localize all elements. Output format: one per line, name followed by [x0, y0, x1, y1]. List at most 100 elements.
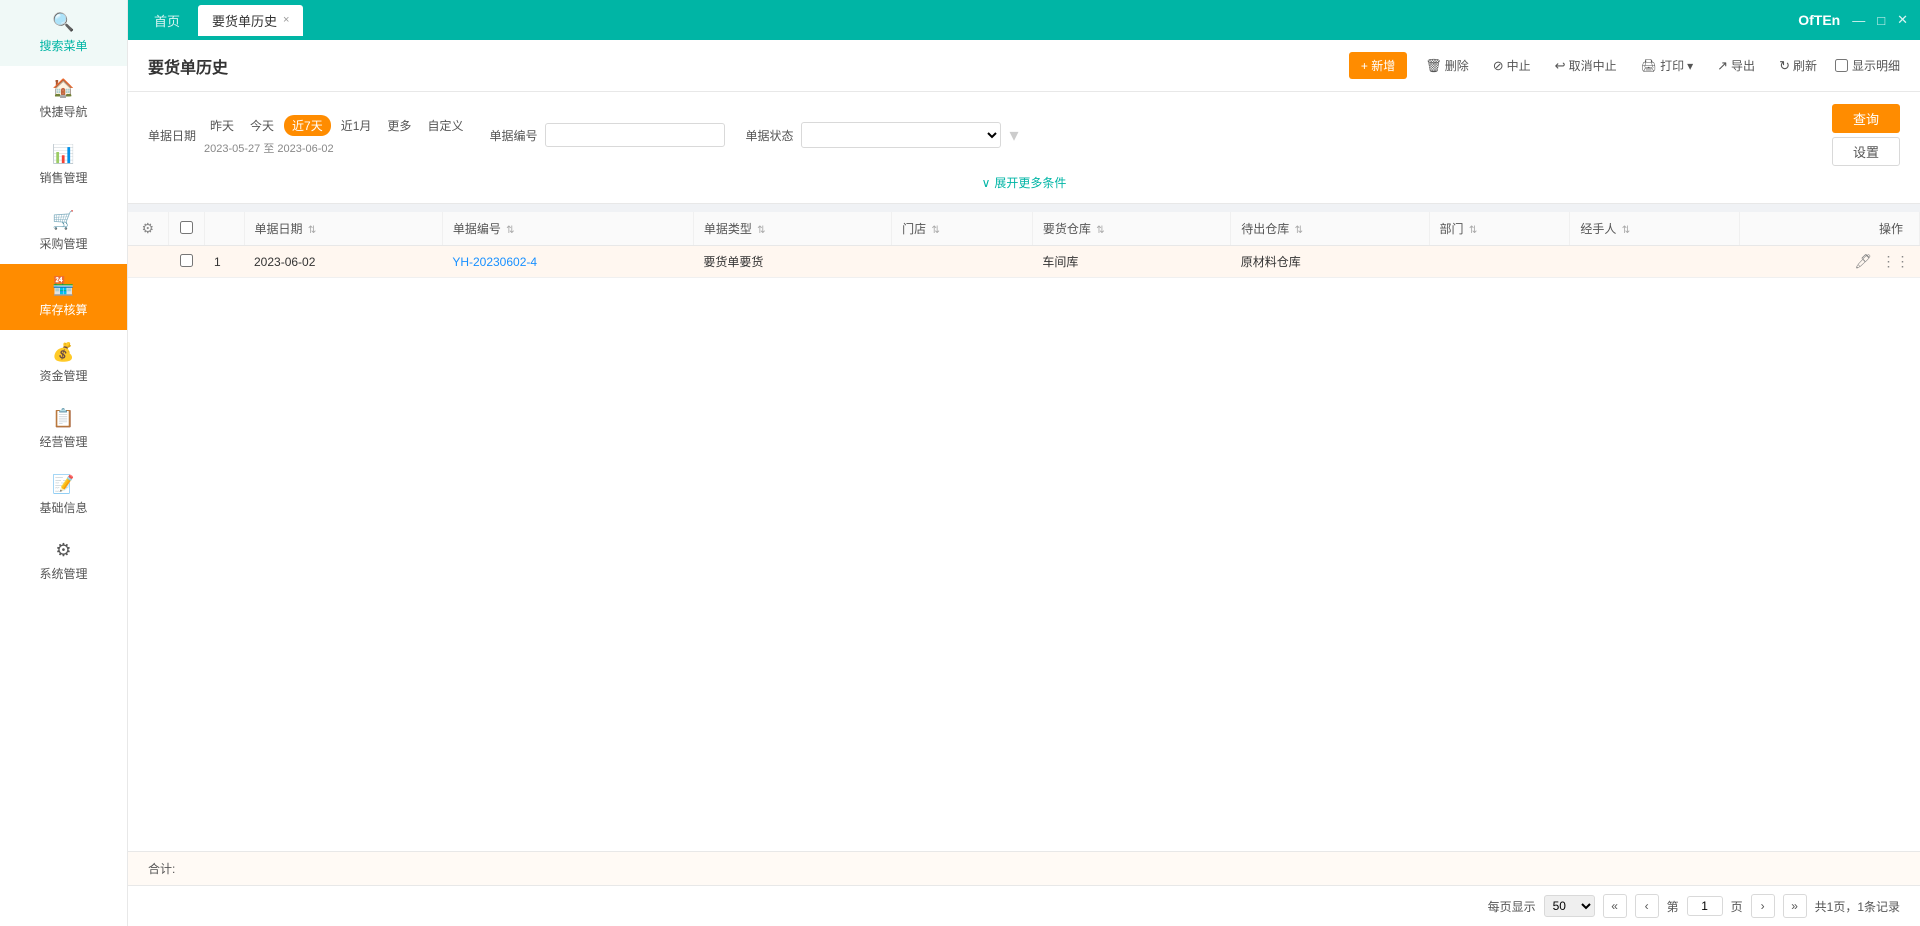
filter-row: 单据日期 昨天 今天 近7天 近1月 更多 自定义 2023-05-27 至 2… [148, 104, 1900, 166]
total-info: 共1页，1条记录 [1815, 898, 1900, 915]
col-header-doc-no[interactable]: 单据编号 ⇅ [442, 212, 693, 246]
print-button[interactable]: 🖨 打印 ▾ [1635, 53, 1700, 78]
col-header-handler[interactable]: 经手人 ⇅ [1570, 212, 1740, 246]
row-setting-cell [128, 246, 168, 278]
sidebar-item-operations[interactable]: 📋 经营管理 [0, 396, 127, 462]
search-menu-icon: 🔍 [52, 12, 74, 33]
shortcut-1month[interactable]: 近1月 [335, 115, 378, 136]
sort-req-warehouse-icon: ⇅ [1096, 225, 1104, 236]
home-icon: 🏠 [52, 78, 74, 99]
row-department-cell [1429, 246, 1570, 278]
cancel-stop-button[interactable]: ↩ 取消中止 [1549, 53, 1623, 78]
date-shortcuts: 昨天 今天 近7天 近1月 更多 自定义 [204, 115, 469, 136]
app-logo: OfTEn [1798, 12, 1840, 28]
status-select-wrap [801, 122, 1001, 148]
page-header: 要货单历史 + 新增 🗑 删除 ⊘ 中止 ↩ 取消中止 🖨 打印 [128, 40, 1920, 92]
doc-no-input[interactable] [545, 123, 725, 147]
page-title: 要货单历史 [148, 54, 228, 78]
operations-icon: 📋 [52, 408, 74, 429]
row-num-cell: 1 [204, 246, 244, 278]
summary-label: 合计: [148, 860, 175, 877]
table-body: 1 2023-06-02 YH-20230602-4 要货单要货 车间库 原材料… [128, 246, 1920, 278]
date-range-display: 2023-05-27 至 2023-06-02 [204, 140, 469, 156]
col-header-department[interactable]: 部门 ⇅ [1429, 212, 1570, 246]
tab-active[interactable]: 要货单历史 × [198, 5, 303, 36]
first-page-button[interactable]: « [1603, 894, 1627, 918]
action-buttons: 查询 设置 [1832, 104, 1900, 166]
sort-doc-no-icon: ⇅ [506, 225, 514, 236]
doc-no-filter-group: 单据编号 [489, 123, 725, 147]
expand-chevron-icon: ∨ [982, 176, 991, 190]
sidebar-item-sales[interactable]: 📊 销售管理 [0, 132, 127, 198]
content-area: 要货单历史 + 新增 🗑 删除 ⊘ 中止 ↩ 取消中止 🖨 打印 [128, 40, 1920, 926]
shortcut-today[interactable]: 今天 [244, 115, 280, 136]
sidebar-item-search[interactable]: 🔍 搜索菜单 [0, 0, 127, 66]
last-page-button[interactable]: » [1783, 894, 1807, 918]
row-more-icon[interactable]: ⋮⋮ [1882, 253, 1910, 269]
sidebar-item-quicknav[interactable]: 🏠 快捷导航 [0, 66, 127, 132]
prev-page-button[interactable]: ‹ [1635, 894, 1659, 918]
col-header-num [204, 212, 244, 246]
page-number-input[interactable] [1687, 896, 1723, 916]
sort-handler-icon: ⇅ [1622, 225, 1630, 236]
window-close-button[interactable]: ✕ [1897, 12, 1908, 28]
row-pending-warehouse-cell: 原材料仓库 [1231, 246, 1429, 278]
sidebar-item-purchase[interactable]: 🛒 采购管理 [0, 198, 127, 264]
row-checkbox[interactable] [180, 254, 193, 267]
table-header: ⚙ 单据日期 ⇅ 单据编号 ⇅ [128, 212, 1920, 246]
display-detail-input[interactable] [1835, 59, 1848, 72]
doc-no-link[interactable]: YH-20230602-4 [452, 255, 537, 269]
shortcut-custom[interactable]: 自定义 [421, 115, 469, 136]
main-table: ⚙ 单据日期 ⇅ 单据编号 ⇅ [128, 212, 1920, 278]
export-button[interactable]: ↗ 导出 [1711, 53, 1761, 78]
sort-pending-warehouse-icon: ⇅ [1295, 225, 1303, 236]
expand-more-button[interactable]: ∨ 展开更多条件 [148, 174, 1900, 191]
col-header-checkbox[interactable] [168, 212, 204, 246]
col-header-pending-warehouse[interactable]: 待出仓库 ⇅ [1231, 212, 1429, 246]
stop-button[interactable]: ⊘ 中止 [1487, 53, 1537, 78]
col-header-doc-type[interactable]: 单据类型 ⇅ [693, 212, 891, 246]
refresh-button[interactable]: ↻ 刷新 [1773, 53, 1823, 78]
col-header-operation: 操作 [1739, 212, 1919, 246]
shortcut-7days[interactable]: 近7天 [284, 115, 331, 136]
select-all-checkbox[interactable] [180, 221, 193, 234]
pagination-bar: 每页显示 20 50 100 200 « ‹ 第 页 › » 共1页，1条记录 [128, 885, 1920, 926]
settings-button[interactable]: 设置 [1832, 137, 1900, 166]
sidebar-item-finance[interactable]: 💰 资金管理 [0, 330, 127, 396]
row-doc-type-cell: 要货单要货 [693, 246, 891, 278]
query-button[interactable]: 查询 [1832, 104, 1900, 133]
window-maximize-button[interactable]: □ [1877, 13, 1885, 28]
shortcut-more[interactable]: 更多 [381, 115, 417, 136]
window-minimize-button[interactable]: — [1852, 13, 1865, 28]
table-row: 1 2023-06-02 YH-20230602-4 要货单要货 车间库 原材料… [128, 246, 1920, 278]
sort-doc-date-icon: ⇅ [308, 225, 316, 236]
basicinfo-icon: 📝 [52, 474, 74, 495]
next-page-button[interactable]: › [1751, 894, 1775, 918]
row-edit-icon[interactable]: 🖊 [1854, 253, 1872, 269]
col-header-store[interactable]: 门店 ⇅ [892, 212, 1033, 246]
col-header-doc-date[interactable]: 单据日期 ⇅ [244, 212, 442, 246]
col-header-setting[interactable]: ⚙ [128, 212, 168, 246]
sort-store-icon: ⇅ [931, 225, 939, 236]
display-detail-checkbox[interactable]: 显示明细 [1835, 57, 1900, 74]
row-checkbox-cell[interactable] [168, 246, 204, 278]
row-store-cell [892, 246, 1033, 278]
sidebar-item-basicinfo[interactable]: 📝 基础信息 [0, 462, 127, 528]
sidebar-item-system[interactable]: ⚙ 系统管理 [0, 528, 127, 594]
col-header-req-warehouse[interactable]: 要货仓库 ⇅ [1032, 212, 1230, 246]
topbar: 首页 要货单历史 × OfTEn — □ ✕ [128, 0, 1920, 40]
sales-icon: 📊 [52, 144, 74, 165]
row-doc-date-cell: 2023-06-02 [244, 246, 442, 278]
tab-close-button[interactable]: × [283, 14, 289, 26]
system-icon: ⚙ [55, 540, 71, 561]
shortcut-yesterday[interactable]: 昨天 [204, 115, 240, 136]
new-button[interactable]: + 新增 [1349, 52, 1407, 79]
row-doc-no-cell[interactable]: YH-20230602-4 [442, 246, 693, 278]
sidebar-item-inventory[interactable]: 🏪 库存核算 [0, 264, 127, 330]
status-select[interactable] [802, 123, 1000, 147]
delete-button[interactable]: 🗑 删除 [1419, 53, 1475, 78]
table-area: ⚙ 单据日期 ⇅ 单据编号 ⇅ [128, 212, 1920, 885]
per-page-select[interactable]: 20 50 100 200 [1544, 895, 1595, 917]
tab-home[interactable]: 首页 [140, 5, 194, 36]
status-label: 单据状态 [745, 127, 793, 144]
